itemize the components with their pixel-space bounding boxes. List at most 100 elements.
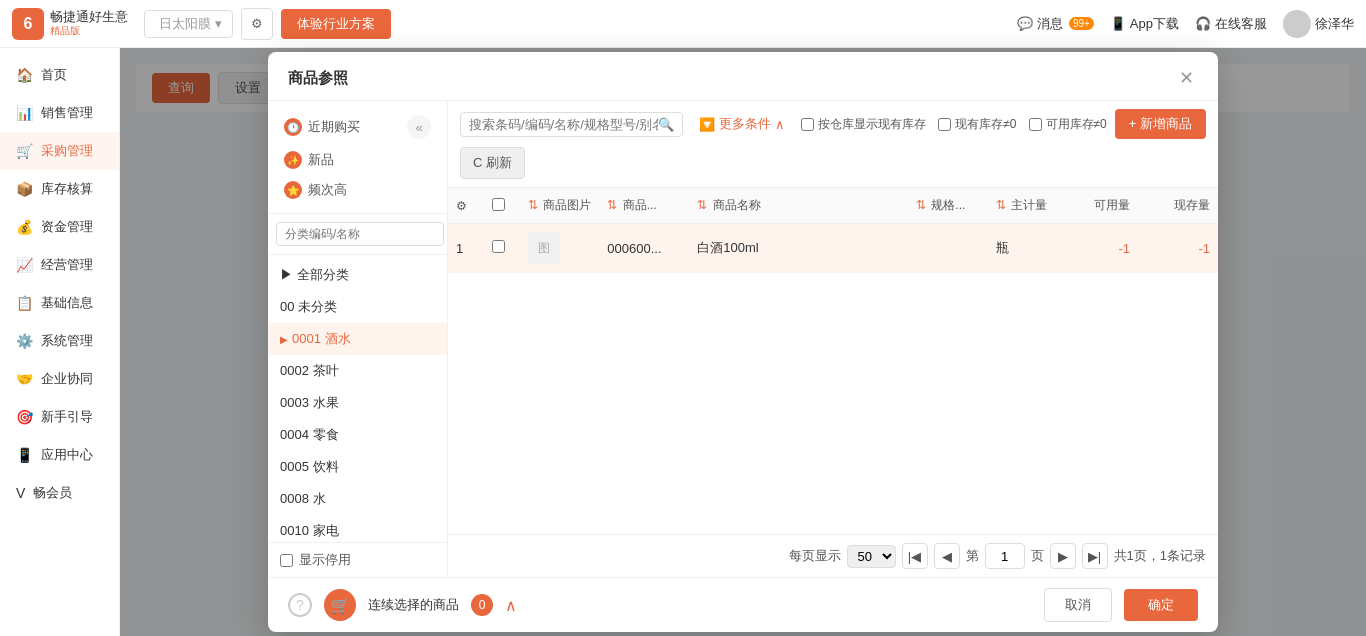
sort-icon: ⇅ xyxy=(528,198,538,212)
add-product-button[interactable]: + 新增商品 xyxy=(1115,109,1206,139)
modal-body: 🕐 近期购买 « ✨ 新品 ⭐ 频次高 xyxy=(268,101,1218,577)
avail-not-zero-checkbox[interactable] xyxy=(1029,118,1042,131)
sidebar-item-home[interactable]: 🏠 首页 xyxy=(0,56,119,94)
enterprise-icon: 🤝 xyxy=(16,371,33,387)
sidebar-item-sales[interactable]: 📊 销售管理 xyxy=(0,94,119,132)
checkbox-stock-not-zero[interactable]: 现有库存≠0 xyxy=(938,116,1016,133)
next-page-button[interactable]: ▶ xyxy=(1050,543,1076,569)
basicinfo-icon: 📋 xyxy=(16,295,33,311)
cat-0004[interactable]: 0004 零食 xyxy=(268,419,447,451)
appcenter-icon: 📱 xyxy=(16,447,33,463)
cat-uncategorized[interactable]: 00 未分类 xyxy=(268,291,447,323)
by-warehouse-checkbox[interactable] xyxy=(801,118,814,131)
logo-icon: 6 xyxy=(12,8,44,40)
headset-icon: 🎧 xyxy=(1195,16,1211,31)
sidebar-item-finance[interactable]: 💰 资金管理 xyxy=(0,208,119,246)
row-checkbox[interactable] xyxy=(492,240,505,253)
table-header-row: ⚙ ⇅ 商品图片 xyxy=(448,188,1218,224)
category-search-input[interactable] xyxy=(276,222,444,246)
cat-0002[interactable]: 0002 茶叶 xyxy=(268,355,447,387)
search-icon[interactable]: 🔍 xyxy=(658,117,674,132)
product-search-input[interactable] xyxy=(469,117,658,132)
message-icon: 💬 xyxy=(1017,16,1033,31)
cat-0003[interactable]: 0003 水果 xyxy=(268,387,447,419)
table-row[interactable]: 1 图 000600... 白酒100ml xyxy=(448,224,1218,273)
shortcut-recent[interactable]: 🕐 近期购买 « xyxy=(276,109,439,145)
shortcut-new[interactable]: ✨ 新品 xyxy=(276,145,439,175)
sidebar-item-purchase[interactable]: 🛒 采购管理 xyxy=(0,132,119,170)
display-disabled-toggle[interactable]: 显示停用 xyxy=(268,542,447,577)
category-shortcuts: 🕐 近期购买 « ✨ 新品 ⭐ 频次高 xyxy=(268,101,447,214)
page-size-select[interactable]: 50 xyxy=(847,545,896,568)
shortcut-frequent[interactable]: ⭐ 频次高 xyxy=(276,175,439,205)
modal-title: 商品参照 xyxy=(288,69,348,88)
product-table-container: ⚙ ⇅ 商品图片 xyxy=(448,188,1218,534)
product-toolbar: 🔍 🔽 更多条件 ∧ 按仓库显示现有库存 xyxy=(448,101,1218,188)
row-name: 白酒100ml xyxy=(689,224,908,273)
cat-0005[interactable]: 0005 饮料 xyxy=(268,451,447,483)
confirm-button[interactable]: 确定 xyxy=(1124,589,1198,621)
app-download-item[interactable]: 📱 App下载 xyxy=(1110,15,1179,33)
phone-icon: 📱 xyxy=(1110,16,1126,31)
cancel-button[interactable]: 取消 xyxy=(1044,588,1112,622)
prev-page-button[interactable]: ◀ xyxy=(934,543,960,569)
system-icon: ⚙️ xyxy=(16,333,33,349)
col-spec-header[interactable]: ⇅ 规格... xyxy=(908,188,988,224)
online-service-item[interactable]: 🎧 在线客服 xyxy=(1195,15,1267,33)
sidebar-item-system[interactable]: ⚙️ 系统管理 xyxy=(0,322,119,360)
content-area: 查询 设置 刷新 商品参照 ✕ xyxy=(120,48,1366,636)
collapse-button[interactable]: « xyxy=(407,115,431,139)
cat-all[interactable]: ▶ 全部分类 xyxy=(268,259,447,291)
sales-icon: 📊 xyxy=(16,105,33,121)
row-code: 000600... xyxy=(599,224,689,273)
filter-button[interactable]: 🔽 更多条件 ∧ xyxy=(691,111,793,137)
settings-icon[interactable]: ⚙ xyxy=(241,8,273,40)
collapse-footer-button[interactable]: ∧ xyxy=(505,596,517,615)
modal-close-button[interactable]: ✕ xyxy=(1174,66,1198,90)
row-stock: -1 xyxy=(1138,224,1218,273)
pagination: 每页显示 50 |◀ ◀ 第 页 ▶ ▶| 共1页，1条记录 xyxy=(448,534,1218,577)
trial-button[interactable]: 体验行业方案 xyxy=(281,9,391,39)
display-disabled-checkbox[interactable] xyxy=(280,554,293,567)
select-all-checkbox[interactable] xyxy=(492,198,505,211)
refresh-button[interactable]: C 刷新 xyxy=(460,147,525,179)
messages-item[interactable]: 💬 消息 99+ xyxy=(1017,15,1094,33)
col-code-header[interactable]: ⇅ 商品... xyxy=(599,188,689,224)
col-avail-header: 可用量 xyxy=(1058,188,1138,224)
sidebar-item-guide[interactable]: 🎯 新手引导 xyxy=(0,398,119,436)
row-check[interactable] xyxy=(484,224,520,273)
sidebar-item-inventory[interactable]: 📦 库存核算 xyxy=(0,170,119,208)
sidebar-item-enterprise[interactable]: 🤝 企业协同 xyxy=(0,360,119,398)
sidebar-item-basic-info[interactable]: 📋 基础信息 xyxy=(0,284,119,322)
help-icon[interactable]: ? xyxy=(288,593,312,617)
row-spec xyxy=(908,224,988,273)
member-icon: V xyxy=(16,485,25,501)
sort-icon: ⇅ xyxy=(916,198,926,212)
last-page-button[interactable]: ▶| xyxy=(1082,543,1108,569)
cat-0008[interactable]: 0008 水 xyxy=(268,483,447,515)
col-settings[interactable]: ⚙ xyxy=(448,188,484,224)
row-seq: 1 xyxy=(448,224,484,273)
user-avatar-item[interactable]: 徐泽华 xyxy=(1283,10,1354,38)
frequent-icon: ⭐ xyxy=(284,181,302,199)
sidebar-item-member[interactable]: V 畅会员 xyxy=(0,474,119,512)
chevron-down-icon: ▾ xyxy=(215,16,222,31)
cat-0010[interactable]: 0010 家电 xyxy=(268,515,447,542)
cart-icon[interactable]: 🛒 xyxy=(324,589,356,621)
page-number-input[interactable] xyxy=(985,543,1025,569)
col-unit-header[interactable]: ⇅ 主计量 xyxy=(988,188,1058,224)
checkbox-avail-not-zero[interactable]: 可用库存≠0 xyxy=(1029,116,1107,133)
sidebar-item-appcenter[interactable]: 📱 应用中心 xyxy=(0,436,119,474)
finance-icon: 💰 xyxy=(16,219,33,235)
modal-header: 商品参照 ✕ xyxy=(268,52,1218,101)
product-search-box: 🔍 xyxy=(460,112,683,137)
stock-not-zero-checkbox[interactable] xyxy=(938,118,951,131)
sidebar-item-operation[interactable]: 📈 经营管理 xyxy=(0,246,119,284)
left-sidebar: 🏠 首页 📊 销售管理 🛒 采购管理 📦 库存核算 💰 资金管理 📈 经营管理 … xyxy=(0,48,120,636)
nav-selector[interactable]: 日太阳膜 ▾ xyxy=(144,10,233,38)
avatar xyxy=(1283,10,1311,38)
col-name-header[interactable]: ⇅ 商品名称 xyxy=(689,188,908,224)
checkbox-by-warehouse[interactable]: 按仓库显示现有库存 xyxy=(801,116,926,133)
cat-0001[interactable]: ▶ 0001 酒水 xyxy=(268,323,447,355)
first-page-button[interactable]: |◀ xyxy=(902,543,928,569)
